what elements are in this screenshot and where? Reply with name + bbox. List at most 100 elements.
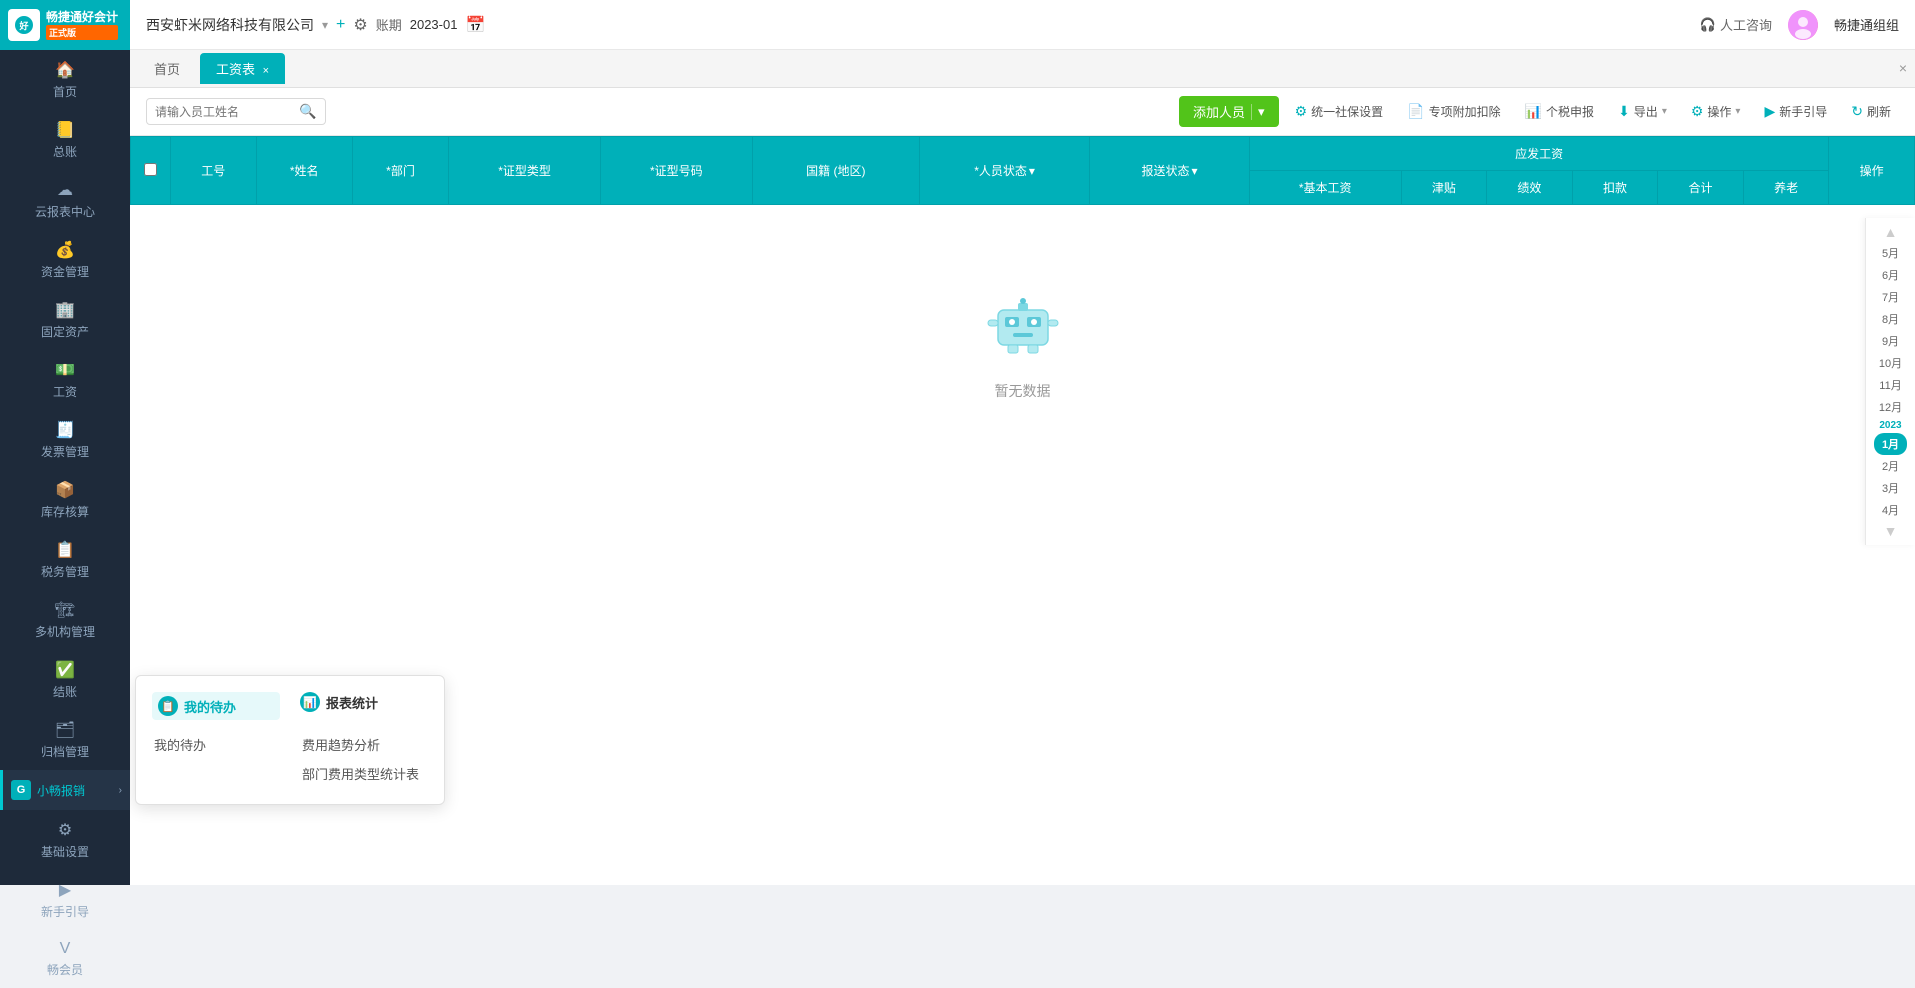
sidebar-item-finance[interactable]: 💰 资金管理	[0, 230, 130, 290]
topbar: 西安虾米网络科技有限公司 ▾ + ⚙ 账期 2023-01 📅 🎧 人工咨询 畅…	[130, 0, 1915, 50]
period-calendar-icon[interactable]: 📅	[465, 15, 485, 35]
sidebar-item-tax[interactable]: 📋 税务管理	[0, 530, 130, 590]
export-label: 导出	[1634, 103, 1658, 120]
company-setting-icon[interactable]: ⚙	[353, 15, 367, 35]
tax-declaration-button[interactable]: 📊 个税申报	[1517, 99, 1602, 124]
timeline-item-9[interactable]: 9月	[1880, 330, 1901, 352]
select-all-checkbox[interactable]	[144, 163, 157, 176]
company-dropdown-icon[interactable]: ▾	[322, 18, 328, 32]
timeline-up-arrow[interactable]: ▲	[1884, 222, 1898, 242]
tab-panel-close[interactable]: ×	[1899, 60, 1907, 78]
timeline-down-arrow[interactable]: ▼	[1884, 521, 1898, 541]
popup-col-todo-label: 我的待办	[184, 697, 236, 716]
member-icon: V	[60, 940, 71, 958]
popup-item-dept-expense[interactable]: 部门费用类型统计表	[300, 759, 428, 788]
special-deduction-button[interactable]: 📄 专项附加扣除	[1399, 99, 1508, 124]
timeline-item-11[interactable]: 11月	[1877, 374, 1903, 396]
timeline-item-4[interactable]: 4月	[1880, 499, 1901, 521]
sidebar-item-xiaochang[interactable]: G 小畅报销 ›	[0, 770, 130, 810]
home-icon: 🏠	[55, 60, 75, 80]
search-box[interactable]: 🔍	[146, 98, 326, 125]
timeline-item-1[interactable]: 1月	[1874, 433, 1907, 455]
timeline-item-12[interactable]: 12月	[1877, 396, 1904, 418]
sidebar-item-settings[interactable]: ⚙ 基础设置	[0, 810, 130, 870]
sidebar-item-guide[interactable]: ▶ 新手引导	[0, 870, 130, 930]
social-insurance-button[interactable]: ⚙ 统一社保设置	[1287, 99, 1392, 124]
sidebar-item-ledger[interactable]: 📒 总账	[0, 110, 130, 170]
popup-menu: 📋 我的待办 我的待办 📊 报表统计 费用趋势分析 部门费用类型统计表	[135, 675, 445, 805]
timeline-item-8[interactable]: 8月	[1880, 308, 1901, 330]
sidebar-label-guide: 新手引导	[41, 903, 89, 920]
popup-item-todo[interactable]: 我的待办	[152, 730, 280, 759]
operations-dropdown-icon[interactable]: ▾	[1735, 106, 1740, 117]
report-icon: 📊	[300, 692, 320, 712]
timeline-panel: ▲ 5月 6月 7月 8月 9月 10月 11月 12月 2023 1月 2月 …	[1865, 218, 1915, 545]
th-person-status[interactable]: *人员状态 ▾	[919, 137, 1089, 205]
sidebar-item-archive[interactable]: 🗂 归档管理	[0, 710, 130, 770]
timeline-item-5[interactable]: 5月	[1880, 242, 1901, 264]
tab-close-icon[interactable]: ×	[263, 65, 269, 77]
refresh-icon: ↻	[1851, 103, 1863, 120]
sidebar-item-salary[interactable]: 💵 工资	[0, 350, 130, 410]
timeline-item-3[interactable]: 3月	[1880, 477, 1901, 499]
app-logo: 好 畅捷通好会计 正式版	[0, 0, 130, 50]
th-submit-status[interactable]: 报送状态 ▾	[1090, 137, 1250, 205]
add-person-button[interactable]: 添加人员 ▾	[1179, 96, 1279, 127]
sidebar: 好 畅捷通好会计 正式版 🏠 首页 📒 总账 ☁ 云报表中心 💰 资金管理 🏢 …	[0, 0, 130, 885]
new-guide-icon: ▶	[1764, 103, 1775, 120]
sidebar-label-settle: 结账	[53, 683, 77, 700]
tab-home-label: 首页	[154, 62, 180, 77]
person-status-filter[interactable]: *人员状态 ▾	[974, 162, 1035, 179]
sidebar-item-settle[interactable]: ✅ 结账	[0, 650, 130, 710]
service-label: 人工咨询	[1720, 15, 1772, 34]
new-guide-button[interactable]: ▶ 新手引导	[1756, 99, 1835, 124]
th-salary-group: 应发工资	[1249, 137, 1829, 171]
panel-close-icon[interactable]: ×	[1899, 60, 1907, 76]
timeline-item-6[interactable]: 6月	[1880, 264, 1901, 286]
add-person-dropdown-icon[interactable]: ▾	[1251, 104, 1265, 120]
export-icon: ⬇	[1618, 103, 1630, 120]
empty-text: 暂无数据	[995, 381, 1051, 401]
period-label: 账期	[376, 15, 402, 34]
sidebar-item-multi[interactable]: 🏗 多机构管理	[0, 590, 130, 650]
tab-salary[interactable]: 工资表 ×	[200, 53, 285, 84]
th-dept: *部门	[352, 137, 448, 205]
sidebar-item-member[interactable]: V 畅会员	[0, 930, 130, 988]
social-insurance-label: 统一社保设置	[1311, 103, 1383, 120]
th-base-salary: *基本工资	[1249, 171, 1401, 205]
tab-home[interactable]: 首页	[138, 53, 196, 84]
filter-icon[interactable]: ▾	[1029, 164, 1035, 178]
refresh-button[interactable]: ↻ 刷新	[1843, 99, 1899, 124]
popup-item-expense-trend[interactable]: 费用趋势分析	[300, 730, 428, 759]
export-dropdown-icon[interactable]: ▾	[1662, 106, 1667, 117]
export-button[interactable]: ⬇ 导出 ▾	[1610, 99, 1675, 124]
sidebar-label-multi: 多机构管理	[35, 623, 95, 640]
timeline-item-7[interactable]: 7月	[1880, 286, 1901, 308]
settings-icon: ⚙	[58, 820, 72, 840]
invoice-icon: 🧾	[55, 420, 75, 440]
th-allowance: 津贴	[1401, 171, 1487, 205]
timeline-item-2[interactable]: 2月	[1880, 455, 1901, 477]
social-insurance-icon: ⚙	[1295, 103, 1308, 120]
search-icon[interactable]: 🔍	[299, 103, 316, 120]
multi-icon: 🏗	[55, 600, 75, 620]
add-company-button[interactable]: +	[336, 16, 345, 34]
timeline-item-10[interactable]: 10月	[1877, 352, 1904, 374]
new-guide-label: 新手引导	[1779, 103, 1827, 120]
operations-button[interactable]: ⚙ 操作 ▾	[1683, 99, 1749, 124]
search-input[interactable]	[155, 105, 295, 119]
filter-icon2[interactable]: ▾	[1192, 164, 1198, 178]
sidebar-label-member: 畅会员	[47, 961, 83, 978]
sidebar-item-assets[interactable]: 🏢 固定资产	[0, 290, 130, 350]
th-total: 合计	[1658, 171, 1744, 205]
sidebar-item-cloud[interactable]: ☁ 云报表中心	[0, 170, 130, 230]
sidebar-label-tax: 税务管理	[41, 563, 89, 580]
logo-icon: 好	[8, 9, 40, 41]
submit-status-filter[interactable]: 报送状态 ▾	[1142, 162, 1198, 179]
th-checkbox[interactable]	[131, 137, 171, 205]
sidebar-item-invoice[interactable]: 🧾 发票管理	[0, 410, 130, 470]
sidebar-item-home[interactable]: 🏠 首页	[0, 50, 130, 110]
app-title: 畅捷通好会计	[46, 10, 118, 26]
service-button[interactable]: 🎧 人工咨询	[1700, 15, 1772, 34]
sidebar-item-inventory[interactable]: 📦 库存核算	[0, 470, 130, 530]
